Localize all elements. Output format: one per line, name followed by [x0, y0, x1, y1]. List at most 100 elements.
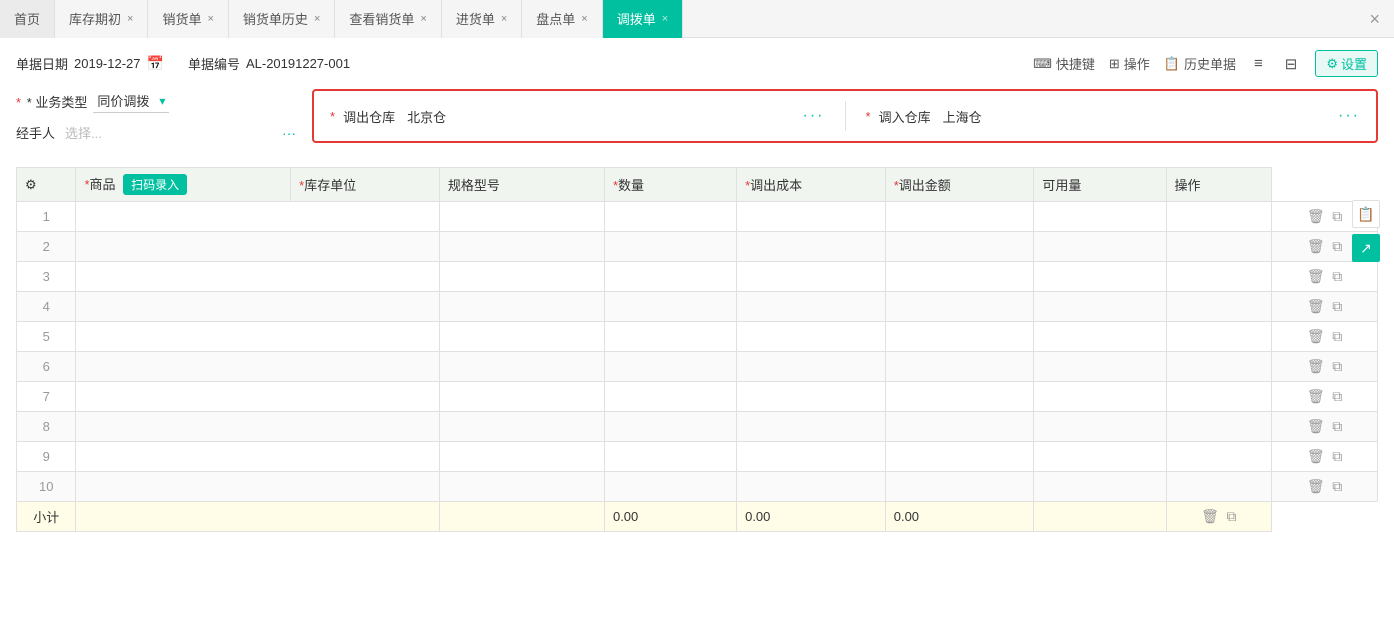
delete-icon[interactable]: 🗑: [1307, 388, 1325, 404]
unit-cell[interactable]: [439, 352, 604, 382]
copy-icon[interactable]: ⧉: [1332, 328, 1342, 344]
cost-cell[interactable]: [885, 472, 1034, 502]
amount-cell[interactable]: [1034, 292, 1166, 322]
qty-cell[interactable]: [737, 352, 886, 382]
warehouse-in-value[interactable]: 上海仓: [943, 107, 982, 126]
available-cell[interactable]: [1166, 202, 1272, 232]
amount-cell[interactable]: [1034, 472, 1166, 502]
amount-cell[interactable]: [1034, 352, 1166, 382]
tab-home[interactable]: 首页: [0, 0, 55, 38]
copy-icon-sub[interactable]: ⧉: [1227, 508, 1237, 524]
amount-cell[interactable]: [1034, 232, 1166, 262]
settings-btn[interactable]: ⚙ 设置: [1315, 50, 1378, 77]
close-tab-transfer[interactable]: ×: [662, 13, 668, 25]
close-tab-sales-history[interactable]: ×: [314, 13, 320, 25]
product-cell[interactable]: [76, 472, 439, 502]
available-cell[interactable]: [1166, 472, 1272, 502]
unit-cell[interactable]: [439, 202, 604, 232]
cost-cell[interactable]: [885, 382, 1034, 412]
warehouse-out-value[interactable]: 北京仓: [407, 107, 446, 126]
copy-icon[interactable]: ⧉: [1332, 208, 1342, 224]
person-more-icon[interactable]: ···: [282, 125, 296, 141]
copy-icon[interactable]: ⧉: [1332, 238, 1342, 254]
spec-cell[interactable]: [604, 322, 736, 352]
product-cell[interactable]: [76, 382, 439, 412]
delete-icon[interactable]: 🗑: [1307, 208, 1325, 224]
amount-cell[interactable]: [1034, 412, 1166, 442]
spec-cell[interactable]: [604, 382, 736, 412]
spec-cell[interactable]: [604, 202, 736, 232]
history-btn[interactable]: 📋 历史单据: [1164, 54, 1236, 73]
delete-icon[interactable]: 🗑: [1307, 238, 1325, 254]
close-tab-sales[interactable]: ×: [207, 13, 213, 25]
tab-purchase[interactable]: 进货单 ×: [442, 0, 522, 38]
copy-icon[interactable]: ⧉: [1332, 358, 1342, 374]
spec-cell[interactable]: [604, 352, 736, 382]
delete-icon[interactable]: 🗑: [1307, 358, 1325, 374]
unit-cell[interactable]: [439, 472, 604, 502]
close-tab-inventory-init[interactable]: ×: [127, 13, 133, 25]
amount-cell[interactable]: [1034, 442, 1166, 472]
available-cell[interactable]: [1166, 262, 1272, 292]
qty-cell[interactable]: [737, 382, 886, 412]
close-all-tabs[interactable]: ×: [1369, 9, 1380, 30]
warehouse-out-more[interactable]: ···: [803, 107, 825, 125]
unit-cell[interactable]: [439, 412, 604, 442]
product-cell[interactable]: [76, 292, 439, 322]
biz-type-dropdown[interactable]: 同价调拨 ▾: [93, 89, 169, 113]
unit-cell[interactable]: [439, 322, 604, 352]
qty-cell[interactable]: [737, 412, 886, 442]
qty-cell[interactable]: [737, 262, 886, 292]
amount-cell[interactable]: [1034, 262, 1166, 292]
product-cell[interactable]: [76, 262, 439, 292]
qty-cell[interactable]: [737, 232, 886, 262]
spec-cell[interactable]: [604, 412, 736, 442]
unit-cell[interactable]: [439, 232, 604, 262]
tab-stocktake[interactable]: 盘点单 ×: [522, 0, 602, 38]
close-tab-stocktake[interactable]: ×: [581, 13, 587, 25]
available-cell[interactable]: [1166, 382, 1272, 412]
delete-icon[interactable]: 🗑: [1307, 328, 1325, 344]
delete-icon[interactable]: 🗑: [1307, 418, 1325, 434]
delete-icon[interactable]: 🗑: [1307, 448, 1325, 464]
expand-btn[interactable]: ↗: [1352, 234, 1380, 262]
cost-cell[interactable]: [885, 232, 1034, 262]
qty-cell[interactable]: [737, 322, 886, 352]
copy-icon[interactable]: ⧉: [1332, 388, 1342, 404]
spec-cell[interactable]: [604, 472, 736, 502]
cost-cell[interactable]: [885, 352, 1034, 382]
cost-cell[interactable]: [885, 412, 1034, 442]
tab-transfer[interactable]: 调拨单 ×: [603, 0, 683, 38]
calendar-icon[interactable]: 📅: [147, 55, 164, 72]
shortcut-btn[interactable]: ⌨ 快捷键: [1033, 54, 1095, 73]
tab-inventory-init[interactable]: 库存期初 ×: [55, 0, 148, 38]
col-header-gear[interactable]: ⚙: [17, 168, 76, 202]
copy-icon[interactable]: ⧉: [1332, 298, 1342, 314]
cost-cell[interactable]: [885, 202, 1034, 232]
qty-cell[interactable]: [737, 202, 886, 232]
grid-view-icon[interactable]: ⊟: [1281, 53, 1302, 75]
qty-cell[interactable]: [737, 472, 886, 502]
available-cell[interactable]: [1166, 232, 1272, 262]
spec-cell[interactable]: [604, 262, 736, 292]
copy-icon[interactable]: ⧉: [1332, 478, 1342, 494]
available-cell[interactable]: [1166, 442, 1272, 472]
spec-cell[interactable]: [604, 442, 736, 472]
delete-icon[interactable]: 🗑: [1307, 298, 1325, 314]
product-cell[interactable]: [76, 442, 439, 472]
unit-cell[interactable]: [439, 262, 604, 292]
delete-icon[interactable]: 🗑: [1307, 478, 1325, 494]
copy-icon[interactable]: ⧉: [1332, 418, 1342, 434]
close-tab-purchase[interactable]: ×: [501, 13, 507, 25]
warehouse-in-more[interactable]: ···: [1338, 107, 1360, 125]
amount-cell[interactable]: [1034, 202, 1166, 232]
available-cell[interactable]: [1166, 412, 1272, 442]
unit-cell[interactable]: [439, 292, 604, 322]
amount-cell[interactable]: [1034, 322, 1166, 352]
product-cell[interactable]: [76, 322, 439, 352]
list-sidebar-btn[interactable]: 📋: [1352, 200, 1380, 228]
product-cell[interactable]: [76, 412, 439, 442]
available-cell[interactable]: [1166, 292, 1272, 322]
cost-cell[interactable]: [885, 442, 1034, 472]
scan-button[interactable]: 扫码录入: [123, 174, 187, 195]
